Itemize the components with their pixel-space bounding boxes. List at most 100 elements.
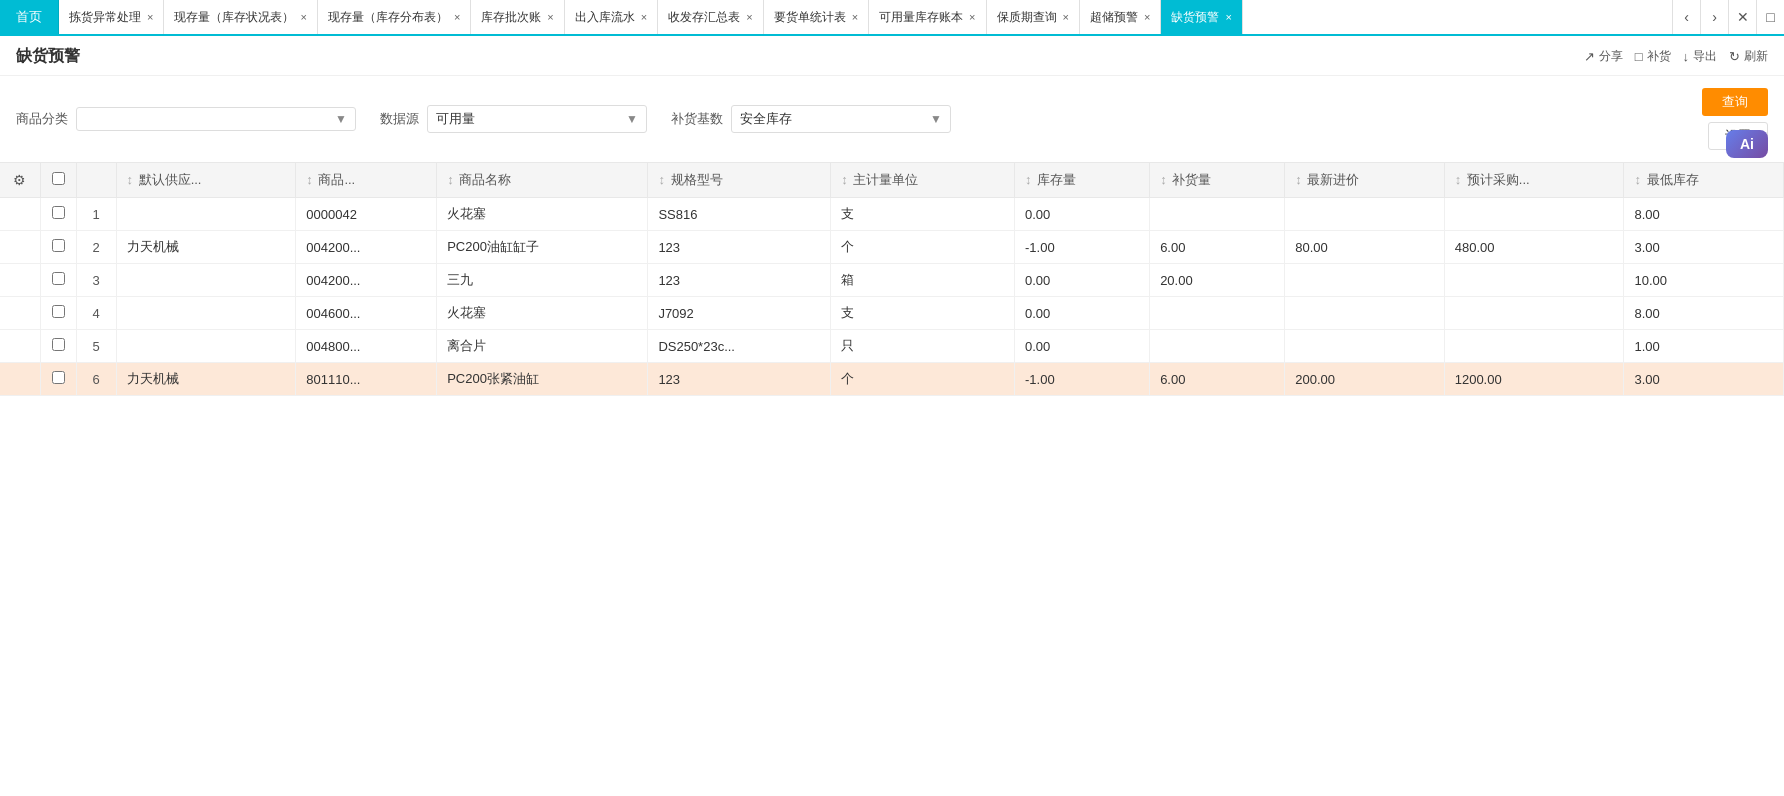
tab-demand-stats[interactable]: 要货单统计表 ×	[764, 0, 869, 35]
tab-inventory-dist[interactable]: 现存量（库存分布表） ×	[318, 0, 471, 35]
col-header-spec: ↕ 规格型号	[648, 163, 831, 198]
refresh-button[interactable]: ↻ 刷新	[1729, 48, 1768, 65]
row-replenish-qty	[1150, 198, 1285, 231]
data-source-select[interactable]: 可用量 ▼	[427, 105, 647, 133]
tab-abnormal[interactable]: 拣货异常处理 ×	[59, 0, 164, 35]
tab-fullscreen-button[interactable]: □	[1756, 0, 1784, 35]
row-checkbox-5[interactable]	[52, 371, 65, 384]
replenish-basis-select[interactable]: 安全库存 ▼	[731, 105, 951, 133]
tab-batch-account-close[interactable]: ×	[547, 11, 553, 23]
replenish-basis-label: 补货基数	[671, 110, 723, 128]
row-checkbox-3[interactable]	[52, 305, 65, 318]
tab-demand-stats-close[interactable]: ×	[852, 11, 858, 23]
tab-abnormal-close[interactable]: ×	[147, 11, 153, 23]
sort-latest-price-icon[interactable]: ↕	[1295, 172, 1302, 187]
tab-available-ledger-close[interactable]: ×	[969, 11, 975, 23]
row-latest-price: 200.00	[1285, 363, 1444, 396]
row-spec: DS250*23c...	[648, 330, 831, 363]
tab-inventory-status[interactable]: 现存量（库存状况表） ×	[164, 0, 317, 35]
row-spec: SS816	[648, 198, 831, 231]
tab-home-label: 首页	[16, 8, 42, 26]
sort-supplier-icon[interactable]: ↕	[127, 172, 134, 187]
tab-shortage-warning[interactable]: 缺货预警 ×	[1161, 0, 1242, 35]
tab-inout-flow-close[interactable]: ×	[641, 11, 647, 23]
sort-unit-icon[interactable]: ↕	[841, 172, 848, 187]
row-item-name: 火花塞	[437, 198, 648, 231]
select-all-checkbox[interactable]	[52, 172, 65, 185]
sort-min-stock-icon[interactable]: ↕	[1634, 172, 1641, 187]
row-min-stock: 8.00	[1624, 198, 1784, 231]
tab-scroll-left-button[interactable]: ‹	[1672, 0, 1700, 35]
tab-expiry-query[interactable]: 保质期查询 ×	[987, 0, 1080, 35]
page-title: 缺货预警	[16, 46, 80, 67]
row-check-cell	[40, 297, 76, 330]
sort-stock-icon[interactable]: ↕	[1025, 172, 1032, 187]
row-check-cell	[40, 363, 76, 396]
row-check-cell	[40, 264, 76, 297]
row-num: 3	[76, 264, 116, 297]
sort-item-name-icon[interactable]: ↕	[447, 172, 454, 187]
row-unit: 箱	[831, 264, 1015, 297]
share-icon: ↗	[1584, 49, 1595, 64]
row-checkbox-4[interactable]	[52, 338, 65, 351]
row-replenish-qty: 20.00	[1150, 264, 1285, 297]
row-unit: 个	[831, 231, 1015, 264]
row-action-cell	[0, 297, 40, 330]
tab-nav-buttons: ‹ › ✕ □	[1672, 0, 1784, 35]
row-supplier	[116, 198, 296, 231]
row-est-purchase: 1200.00	[1444, 363, 1624, 396]
tab-available-ledger[interactable]: 可用量库存账本 ×	[869, 0, 986, 35]
refresh-icon: ↻	[1729, 49, 1740, 64]
share-label: 分享	[1599, 48, 1623, 65]
tab-overstock-warning-close[interactable]: ×	[1144, 11, 1150, 23]
ai-badge[interactable]: Ai	[1726, 130, 1768, 158]
export-button[interactable]: ↓ 导出	[1683, 48, 1718, 65]
category-dropdown-icon: ▼	[335, 112, 347, 126]
col-header-min-stock: ↕ 最低库存	[1624, 163, 1784, 198]
category-select[interactable]: ▼	[76, 107, 356, 131]
tab-receipt-summary[interactable]: 收发存汇总表 ×	[658, 0, 763, 35]
sort-replenish-qty-icon[interactable]: ↕	[1160, 172, 1167, 187]
gear-icon[interactable]: ⚙	[13, 172, 26, 188]
sort-spec-icon[interactable]: ↕	[658, 172, 665, 187]
row-latest-price	[1285, 264, 1444, 297]
tab-scroll-right-button[interactable]: ›	[1700, 0, 1728, 35]
refresh-label: 刷新	[1744, 48, 1768, 65]
row-checkbox-1[interactable]	[52, 239, 65, 252]
table-row: 2 力天机械 004200... PC200油缸缸子 123 个 -1.00 6…	[0, 231, 1784, 264]
table-body: 1 0000042 火花塞 SS816 支 0.00 8.00 2 力天机械 0…	[0, 198, 1784, 396]
row-item-name: 三九	[437, 264, 648, 297]
data-source-filter-group: 数据源 可用量 ▼	[380, 105, 647, 133]
row-supplier	[116, 297, 296, 330]
col-header-check	[40, 163, 76, 198]
tab-inout-flow[interactable]: 出入库流水 ×	[565, 0, 658, 35]
row-stock: 0.00	[1015, 198, 1150, 231]
row-item-code: 004800...	[296, 330, 437, 363]
share-button[interactable]: ↗ 分享	[1584, 48, 1623, 65]
row-stock: 0.00	[1015, 297, 1150, 330]
tab-batch-account[interactable]: 库存批次账 ×	[471, 0, 564, 35]
tab-inventory-status-close[interactable]: ×	[300, 11, 306, 23]
tab-expiry-query-close[interactable]: ×	[1063, 11, 1069, 23]
tab-shortage-warning-close[interactable]: ×	[1225, 11, 1231, 23]
tab-overstock-warning-label: 超储预警	[1090, 9, 1138, 26]
tab-overstock-warning[interactable]: 超储预警 ×	[1080, 0, 1161, 35]
col-header-latest-price: ↕ 最新进价	[1285, 163, 1444, 198]
data-source-select-value: 可用量	[436, 110, 626, 128]
tab-inventory-dist-close[interactable]: ×	[454, 11, 460, 23]
sort-item-code-icon[interactable]: ↕	[306, 172, 313, 187]
row-est-purchase	[1444, 264, 1624, 297]
row-est-purchase	[1444, 198, 1624, 231]
row-spec: J7092	[648, 297, 831, 330]
table-row: 5 004800... 离合片 DS250*23c... 只 0.00 1.00	[0, 330, 1784, 363]
replenish-button[interactable]: □ 补货	[1635, 48, 1671, 65]
query-button[interactable]: 查询	[1702, 88, 1768, 116]
page-header: 缺货预警 ↗ 分享 □ 补货 ↓ 导出 ↻ 刷新	[0, 36, 1784, 76]
sort-est-purchase-icon[interactable]: ↕	[1455, 172, 1462, 187]
row-checkbox-0[interactable]	[52, 206, 65, 219]
tab-home[interactable]: 首页	[0, 0, 59, 35]
row-checkbox-2[interactable]	[52, 272, 65, 285]
tab-receipt-summary-close[interactable]: ×	[746, 11, 752, 23]
tab-close-all-button[interactable]: ✕	[1728, 0, 1756, 35]
row-replenish-qty	[1150, 297, 1285, 330]
